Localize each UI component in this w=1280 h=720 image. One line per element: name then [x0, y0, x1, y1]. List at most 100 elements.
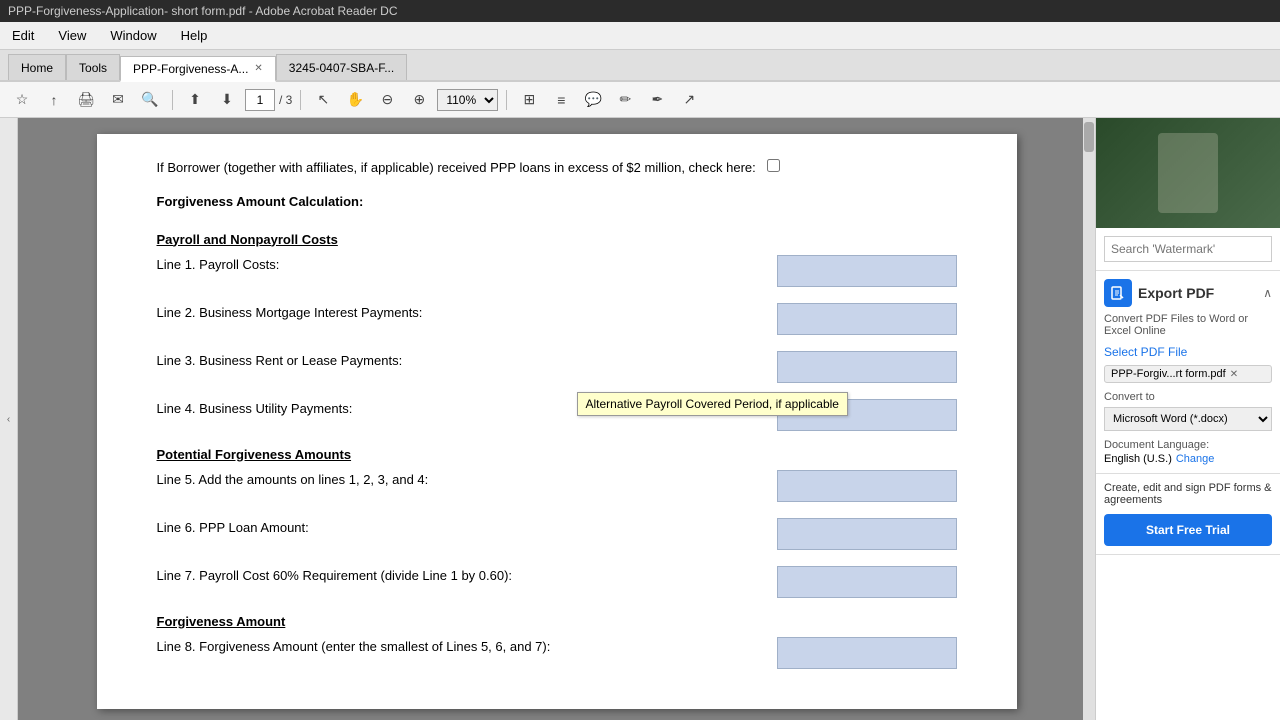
doc-lang-value: English (U.S.)	[1104, 453, 1172, 465]
borrower-checkbox[interactable]	[767, 159, 780, 172]
search-btn[interactable]: 🔍	[136, 86, 164, 114]
tab-tools-label: Tools	[79, 61, 107, 75]
start-trial-btn[interactable]: Start Free Trial	[1104, 514, 1272, 546]
export-header: Export PDF ∧	[1104, 279, 1272, 307]
select-btn[interactable]: ↖	[309, 86, 337, 114]
change-link[interactable]: Change	[1176, 453, 1215, 465]
right-panel: Export PDF ∧ Convert PDF Files to Word o…	[1095, 118, 1280, 720]
menu-window[interactable]: Window	[106, 26, 160, 45]
tab-sba[interactable]: 3245-0407-SBA-F...	[276, 54, 407, 80]
line3-field[interactable]	[777, 351, 957, 383]
menu-bar: Edit View Window Help	[0, 22, 1280, 50]
tab-sba-label: 3245-0407-SBA-F...	[289, 61, 394, 75]
line8-row: Line 8. Forgiveness Amount (enter the sm…	[157, 637, 957, 669]
draw-btn[interactable]: ✒	[643, 86, 671, 114]
line5-label: Line 5. Add the amounts on lines 1, 2, 3…	[157, 470, 769, 490]
prev-page-btn[interactable]: ⬆	[181, 86, 209, 114]
highlight-btn[interactable]: ✏	[611, 86, 639, 114]
export-title: Export PDF	[1138, 285, 1214, 301]
pdf-page: If Borrower (together with affiliates, i…	[97, 134, 1017, 709]
line2-label: Line 2. Business Mortgage Interest Payme…	[157, 303, 769, 323]
export-section: Export PDF ∧ Convert PDF Files to Word o…	[1096, 271, 1280, 474]
main-layout: ‹ If Borrower (together with affiliates,…	[0, 118, 1280, 720]
convert-select[interactable]: Microsoft Word (*.docx)	[1104, 407, 1272, 431]
comment-btn[interactable]: 💬	[579, 86, 607, 114]
line1-row: Line 1. Payroll Costs:	[157, 255, 957, 287]
line7-label: Line 7. Payroll Cost 60% Requirement (di…	[157, 566, 769, 586]
export-chevron[interactable]: ∧	[1263, 286, 1272, 300]
forg-calc-section: Forgiveness Amount Calculation:	[157, 194, 957, 209]
line7-row: Line 7. Payroll Cost 60% Requirement (di…	[157, 566, 957, 598]
line3-row: Line 3. Business Rent or Lease Payments:	[157, 351, 957, 383]
pdf-viewer[interactable]: If Borrower (together with affiliates, i…	[18, 118, 1095, 720]
watermark-search[interactable]	[1104, 236, 1272, 262]
line6-row: Line 6. PPP Loan Amount:	[157, 518, 957, 550]
panel-search	[1096, 228, 1280, 271]
line6-field[interactable]	[777, 518, 957, 550]
export-desc: Convert PDF Files to Word or Excel Onlin…	[1104, 313, 1272, 337]
line6-label: Line 6. PPP Loan Amount:	[157, 518, 769, 538]
borrower-row: If Borrower (together with affiliates, i…	[157, 158, 957, 178]
payroll-section: Payroll and Nonpayroll Costs	[157, 232, 957, 247]
export-icon	[1104, 279, 1132, 307]
line1-field[interactable]	[777, 255, 957, 287]
video-panel	[1096, 118, 1280, 228]
back-btn[interactable]: ↑	[40, 86, 68, 114]
promo-text: Create, edit and sign PDF forms & agreem…	[1104, 482, 1272, 506]
tooltip-box: Alternative Payroll Covered Period, if a…	[577, 392, 848, 416]
share-btn[interactable]: ↗	[675, 86, 703, 114]
line2-row: Line 2. Business Mortgage Interest Payme…	[157, 303, 957, 335]
scroll-left-btn[interactable]: ‹	[0, 118, 18, 720]
forgiveness-section: Forgiveness Amount	[157, 614, 957, 629]
hand-btn[interactable]: ✋	[341, 86, 369, 114]
page-input[interactable]	[245, 89, 275, 111]
tab-ppp-label: PPP-Forgiveness-A...	[133, 62, 248, 76]
sep2	[300, 90, 301, 110]
potential-section: Potential Forgiveness Amounts	[157, 447, 957, 462]
borrower-label: If Borrower (together with affiliates, i…	[157, 158, 957, 178]
forg-calc-heading: Forgiveness Amount Calculation:	[157, 194, 364, 209]
file-chip: PPP-Forgiv...rt form.pdf ✕	[1104, 365, 1272, 383]
menu-view[interactable]: View	[54, 26, 90, 45]
next-page-btn[interactable]: ⬇	[213, 86, 241, 114]
print-btn[interactable]: 🖨	[72, 86, 100, 114]
tab-ppp[interactable]: PPP-Forgiveness-A... ✕	[120, 56, 276, 82]
menu-edit[interactable]: Edit	[8, 26, 38, 45]
line7-field[interactable]	[777, 566, 957, 598]
tab-bar: Home Tools PPP-Forgiveness-A... ✕ 3245-0…	[0, 50, 1280, 82]
menu-help[interactable]: Help	[177, 26, 212, 45]
scroll-thumb[interactable]	[1084, 122, 1094, 152]
tab-home[interactable]: Home	[8, 54, 66, 80]
file-name: PPP-Forgiv...rt form.pdf	[1111, 368, 1226, 380]
title-text: PPP-Forgiveness-Application- short form.…	[8, 4, 398, 18]
pdf-scrollbar[interactable]	[1083, 118, 1095, 720]
line3-label: Line 3. Business Rent or Lease Payments:	[157, 351, 769, 371]
potential-heading: Potential Forgiveness Amounts	[157, 447, 352, 462]
page-total: / 3	[279, 93, 292, 107]
forgiveness-heading: Forgiveness Amount	[157, 614, 286, 629]
line5-row: Line 5. Add the amounts on lines 1, 2, 3…	[157, 470, 957, 502]
select-pdf-link[interactable]: Select PDF File	[1104, 345, 1272, 359]
line8-field[interactable]	[777, 637, 957, 669]
sep3	[506, 90, 507, 110]
line5-field[interactable]	[777, 470, 957, 502]
convert-label: Convert to	[1104, 391, 1272, 403]
payroll-heading: Payroll and Nonpayroll Costs	[157, 232, 338, 247]
fit-btn[interactable]: ⊞	[515, 86, 543, 114]
bookmark-btn[interactable]: ☆	[8, 86, 36, 114]
line8-label: Line 8. Forgiveness Amount (enter the sm…	[157, 637, 769, 657]
toolbar: ☆ ↑ 🖨 ✉ 🔍 ⬆ ⬇ / 3 ↖ ✋ ⊖ ⊕ 110% 50% 75% 1…	[0, 82, 1280, 118]
tab-tools[interactable]: Tools	[66, 54, 120, 80]
zoom-in-btn[interactable]: ⊕	[405, 86, 433, 114]
tab-ppp-close[interactable]: ✕	[254, 63, 262, 74]
file-chip-remove[interactable]: ✕	[1230, 369, 1238, 380]
scroll-btn[interactable]: ≡	[547, 86, 575, 114]
sep1	[172, 90, 173, 110]
line1-label: Line 1. Payroll Costs:	[157, 255, 769, 275]
zoom-out-btn[interactable]: ⊖	[373, 86, 401, 114]
title-bar: PPP-Forgiveness-Application- short form.…	[0, 0, 1280, 22]
zoom-select[interactable]: 110% 50% 75% 100% 125% 150% 200%	[437, 89, 498, 111]
video-content	[1158, 133, 1218, 213]
line2-field[interactable]	[777, 303, 957, 335]
email-btn[interactable]: ✉	[104, 86, 132, 114]
